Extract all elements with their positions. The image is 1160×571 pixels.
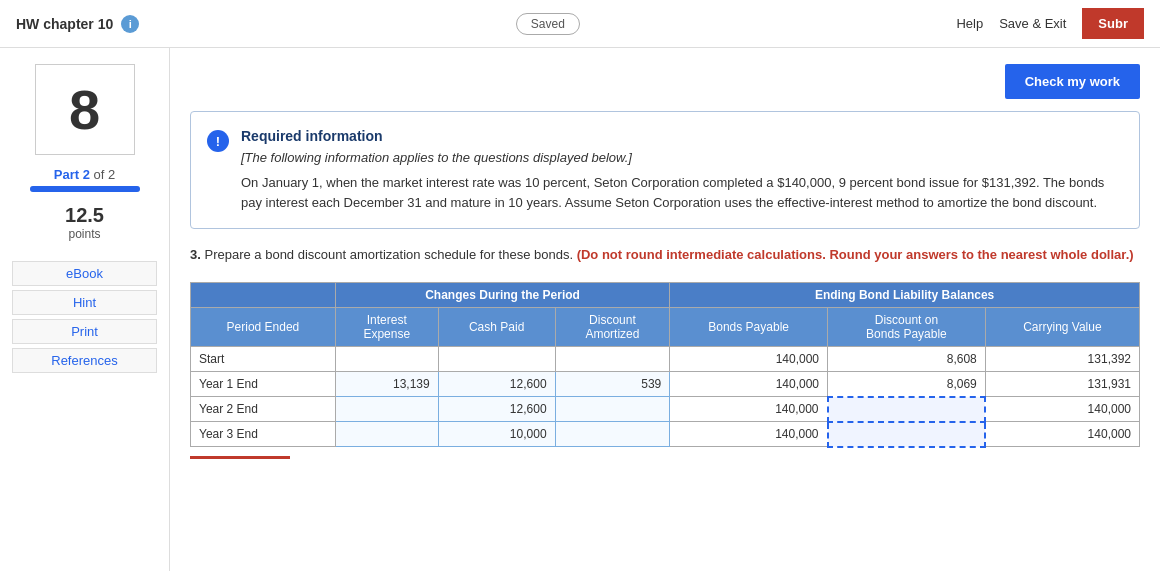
ebook-link[interactable]: eBook <box>12 261 157 286</box>
info-box-text: On January 1, when the market interest r… <box>241 173 1123 212</box>
y1-cash[interactable]: 12,600 <box>438 371 555 397</box>
y3-discount[interactable] <box>555 422 670 447</box>
y2-cash[interactable]: 12,600 <box>438 397 555 422</box>
period-ended-header-spacer <box>191 282 336 307</box>
col-period-ended: Period Ended <box>191 307 336 346</box>
page-title: HW chapter 10 <box>16 16 113 32</box>
part-of: of 2 <box>94 167 116 182</box>
top-nav-left: HW chapter 10 i <box>16 15 139 33</box>
question-text: 3. Prepare a bond discount amortization … <box>190 245 1140 266</box>
table-row: Start 140,000 8,608 131,392 <box>191 346 1140 371</box>
table-group-header-row: Changes During the Period Ending Bond Li… <box>191 282 1140 307</box>
exclamation-icon: ! <box>207 130 229 152</box>
content-area: Check my work ! Required information [Th… <box>170 48 1160 571</box>
info-icon[interactable]: i <box>121 15 139 33</box>
red-line-decoration <box>190 456 290 459</box>
period-year3: Year 3 End <box>191 422 336 447</box>
col-discount-amortized: DiscountAmortized <box>555 307 670 346</box>
table-sub-header-row: Period Ended InterestExpense Cash Paid D… <box>191 307 1140 346</box>
y2-discount-on-bonds[interactable] <box>828 397 986 422</box>
y1-discount-on-bonds: 8,069 <box>828 371 986 397</box>
info-box-content: Required information [The following info… <box>241 128 1123 212</box>
period-year1: Year 1 End <box>191 371 336 397</box>
y1-bonds-payable: 140,000 <box>670 371 828 397</box>
saved-badge-wrapper: Saved <box>516 16 580 31</box>
y3-bonds-payable: 140,000 <box>670 422 828 447</box>
start-discount-on-bonds: 8,608 <box>828 346 986 371</box>
question-number-label: 3. <box>190 247 201 262</box>
sidebar-links: eBook Hint Print References <box>12 261 157 373</box>
ending-balances-header: Ending Bond Liability Balances <box>670 282 1140 307</box>
col-cash-paid: Cash Paid <box>438 307 555 346</box>
start-discount <box>555 346 670 371</box>
start-carrying-value: 131,392 <box>985 346 1139 371</box>
points-box: 12.5 points <box>65 204 104 241</box>
help-link[interactable]: Help <box>956 16 983 31</box>
y2-interest[interactable] <box>335 397 438 422</box>
start-cash <box>438 346 555 371</box>
submit-button[interactable]: Subr <box>1082 8 1144 39</box>
hint-link[interactable]: Hint <box>12 290 157 315</box>
info-box-title: Required information <box>241 128 1123 144</box>
amortization-table: Changes During the Period Ending Bond Li… <box>190 282 1140 448</box>
question-number-box: 8 <box>35 64 135 155</box>
start-interest <box>335 346 438 371</box>
sidebar: 8 Part 2 of 2 12.5 points eBook Hint Pri… <box>0 48 170 571</box>
info-box-italic: [The following information applies to th… <box>241 150 1123 165</box>
points-number: 12.5 <box>65 204 104 227</box>
y1-interest[interactable]: 13,139 <box>335 371 438 397</box>
check-btn-row: Check my work <box>190 64 1140 99</box>
points-label: points <box>65 227 104 241</box>
table-row: Year 2 End 12,600 140,000 140,000 <box>191 397 1140 422</box>
top-nav-right: Help Save & Exit Subr <box>956 8 1144 39</box>
y2-discount[interactable] <box>555 397 670 422</box>
col-carrying-value: Carrying Value <box>985 307 1139 346</box>
saved-badge: Saved <box>516 13 580 35</box>
top-nav: HW chapter 10 i Saved Help Save & Exit S… <box>0 0 1160 48</box>
start-bonds-payable: 140,000 <box>670 346 828 371</box>
table-row: Year 1 End 13,139 12,600 539 140,000 8,0… <box>191 371 1140 397</box>
y2-bonds-payable: 140,000 <box>670 397 828 422</box>
question-instruction: (Do not round intermediate calculations.… <box>577 247 1134 262</box>
y3-cash[interactable]: 10,000 <box>438 422 555 447</box>
check-my-work-button[interactable]: Check my work <box>1005 64 1140 99</box>
col-bonds-payable: Bonds Payable <box>670 307 828 346</box>
print-link[interactable]: Print <box>12 319 157 344</box>
y3-discount-on-bonds[interactable] <box>828 422 986 447</box>
save-exit-button[interactable]: Save & Exit <box>999 16 1066 31</box>
question-number: 8 <box>69 77 100 142</box>
col-discount-on-bonds: Discount onBonds Payable <box>828 307 986 346</box>
info-box: ! Required information [The following in… <box>190 111 1140 229</box>
y1-discount[interactable]: 539 <box>555 371 670 397</box>
y3-carrying-value: 140,000 <box>985 422 1139 447</box>
period-start: Start <box>191 346 336 371</box>
y1-carrying-value: 131,931 <box>985 371 1139 397</box>
progress-bar <box>30 186 140 192</box>
period-year2: Year 2 End <box>191 397 336 422</box>
part-label: Part 2 <box>54 167 90 182</box>
part-info: Part 2 of 2 <box>30 167 140 192</box>
y2-carrying-value: 140,000 <box>985 397 1139 422</box>
main-layout: 8 Part 2 of 2 12.5 points eBook Hint Pri… <box>0 48 1160 571</box>
progress-bar-fill <box>30 186 140 192</box>
changes-header: Changes During the Period <box>335 282 669 307</box>
references-link[interactable]: References <box>12 348 157 373</box>
question-body: Prepare a bond discount amortization sch… <box>204 247 576 262</box>
col-interest-expense: InterestExpense <box>335 307 438 346</box>
y3-interest[interactable] <box>335 422 438 447</box>
table-row: Year 3 End 10,000 140,000 140,000 <box>191 422 1140 447</box>
